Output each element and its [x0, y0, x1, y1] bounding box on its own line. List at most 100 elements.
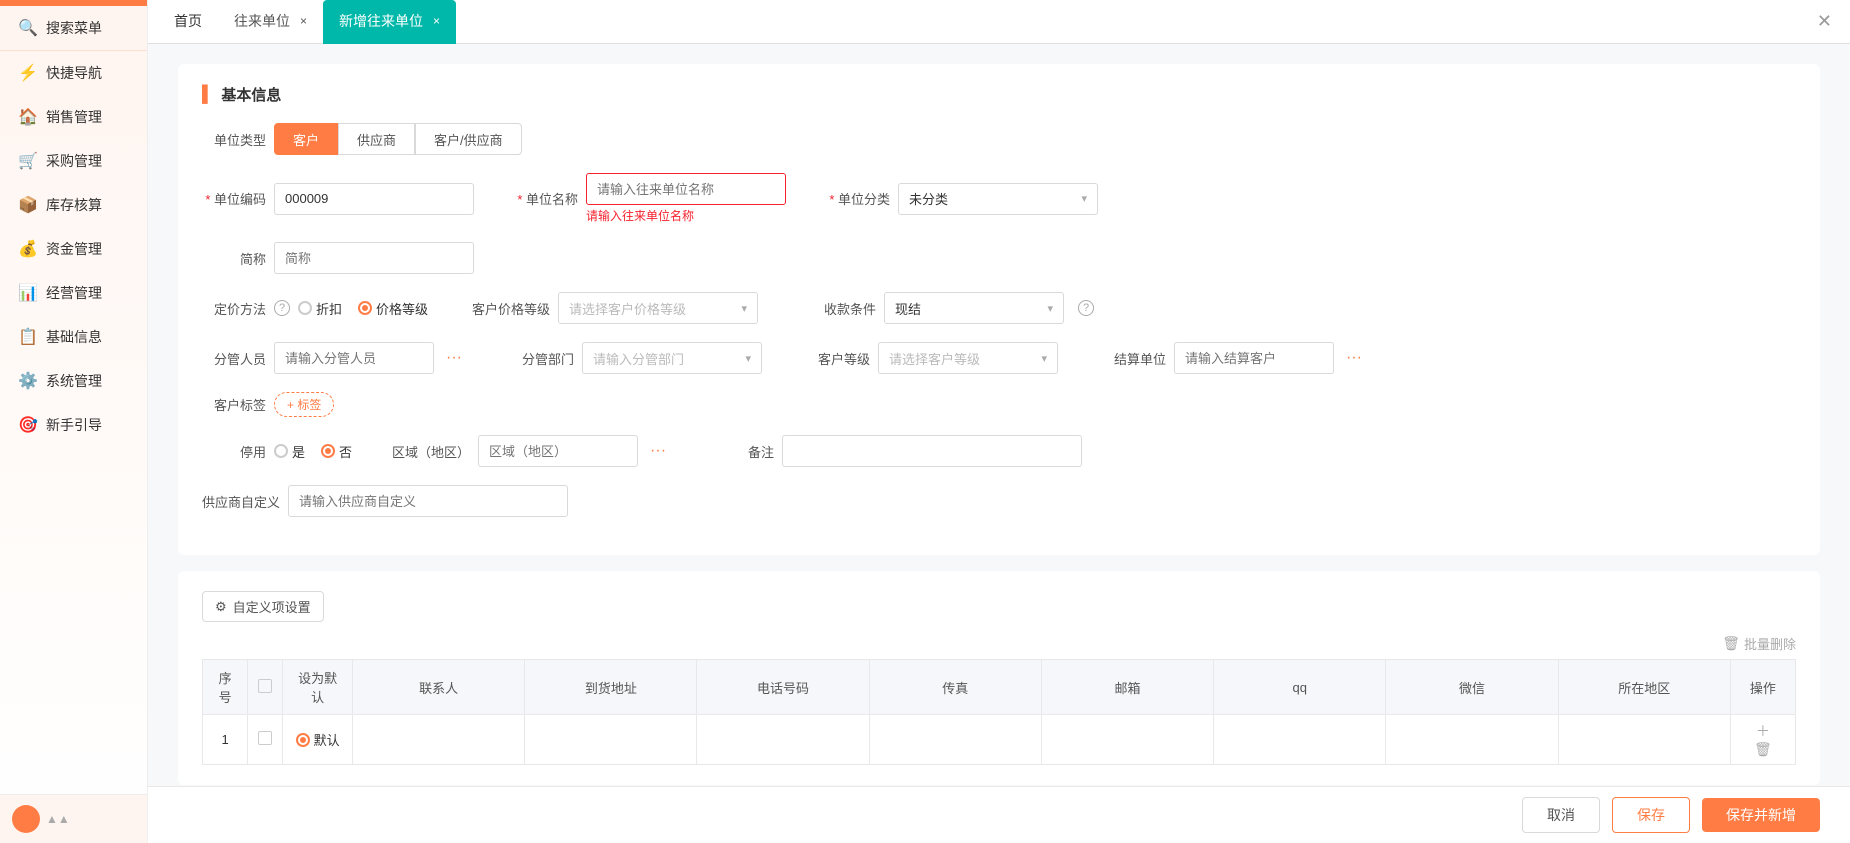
tab-add-partner[interactable]: 新增往来单位 × — [323, 0, 456, 44]
sidebar-item-sys-mgmt[interactable]: ⚙️ 系统管理 — [0, 359, 147, 403]
inventory-icon: 📦 — [18, 195, 38, 215]
settlement-input[interactable] — [1174, 342, 1334, 374]
table-row: 1 默认 — [203, 715, 1796, 765]
table-header-row: 序号 设为默认 联系人 到货地址 电话号码 传真 邮箱 qq 微信 所在地区 操… — [203, 660, 1796, 715]
type-btn-customer[interactable]: 客户 — [274, 123, 338, 155]
sidebar-item-purchase[interactable]: 🛒 采购管理 — [0, 139, 147, 183]
unit-code-input[interactable] — [274, 183, 474, 215]
manager-group: 分管人员 ··· — [202, 342, 466, 374]
customer-price-level-group: 客户价格等级 请选择客户价格等级 ▾ — [472, 292, 758, 324]
row-seq: 1 — [203, 715, 248, 765]
remarks-input[interactable] — [782, 435, 1082, 467]
manager-more-btn[interactable]: ··· — [442, 349, 466, 367]
row-phone-input[interactable] — [705, 732, 860, 747]
custom-settings-button[interactable]: ⚙ 自定义项设置 — [202, 591, 324, 622]
col-fax: 传真 — [869, 660, 1041, 715]
disabled-no-label: 否 — [339, 442, 352, 461]
batch-delete-icon: 🗑 — [1722, 635, 1740, 652]
sidebar-item-operation[interactable]: 📊 经营管理 — [0, 271, 147, 315]
region-more-btn[interactable]: ··· — [646, 442, 670, 460]
unit-name-group: 单位名称 请输入往来单位名称 — [514, 173, 786, 224]
tab-partner[interactable]: 往来单位 × — [218, 0, 323, 44]
sidebar-footer: ▲▲ — [0, 794, 147, 843]
col-seq: 序号 — [203, 660, 248, 715]
tag-group: 客户标签 + 标签 — [202, 392, 334, 417]
type-btn-supplier[interactable]: 供应商 — [338, 123, 415, 155]
unit-name-label: 单位名称 — [514, 189, 578, 208]
section-title: ▌ 基本信息 — [202, 84, 1796, 105]
tab-add-partner-label: 新增往来单位 — [339, 11, 423, 31]
sidebar-item-inventory[interactable]: 📦 库存核算 — [0, 183, 147, 227]
manager-label: 分管人员 — [202, 349, 266, 368]
disabled-radio-group: 是 否 — [274, 442, 352, 461]
row-wechat-input[interactable] — [1394, 732, 1549, 747]
row-add-btn[interactable]: ＋ — [1752, 723, 1774, 739]
disabled-yes[interactable]: 是 — [274, 442, 305, 461]
unit-category-select[interactable]: 未分类 ▾ — [898, 183, 1098, 215]
manager-input[interactable] — [274, 342, 434, 374]
supplier-custom-group: 供应商自定义 — [202, 485, 568, 517]
unit-name-input[interactable] — [586, 173, 786, 205]
row-address-input[interactable] — [533, 732, 688, 747]
pricing-discount-label: 折扣 — [316, 299, 342, 318]
tab-add-partner-close[interactable]: × — [433, 14, 440, 28]
close-all-tabs[interactable]: ✕ — [1809, 11, 1840, 32]
disabled-row: 停用 是 否 区域（地区） ··· — [202, 435, 1796, 467]
disabled-label: 停用 — [202, 442, 266, 461]
row-qq-input[interactable] — [1222, 732, 1377, 747]
type-btn-both[interactable]: 客户/供应商 — [415, 123, 522, 155]
row-fax — [869, 715, 1041, 765]
customer-level-select[interactable]: 请选择客户等级 ▾ — [878, 342, 1058, 374]
customer-level-chevron: ▾ — [1041, 352, 1047, 365]
remarks-group: 备注 — [710, 435, 1082, 467]
row-checkbox[interactable] — [258, 731, 272, 745]
row-check — [248, 715, 283, 765]
add-tag-btn[interactable]: + 标签 — [274, 392, 334, 417]
sidebar-sys-mgmt-label: 系统管理 — [46, 371, 102, 391]
row-delete-btn[interactable]: 🗑 — [1750, 741, 1776, 757]
customer-price-level-select[interactable]: 请选择客户价格等级 ▾ — [558, 292, 758, 324]
bottom-bar: 取消 保存 保存并新增 — [148, 786, 1850, 843]
supplier-custom-input[interactable] — [288, 485, 568, 517]
pricing-label: 定价方法 — [202, 299, 266, 318]
payment-terms-select[interactable]: 现结 ▾ — [884, 292, 1064, 324]
row-email-input[interactable] — [1050, 732, 1205, 747]
search-icon: 🔍 — [18, 18, 38, 38]
sidebar-item-quick-nav[interactable]: ⚡ 快捷导航 — [0, 51, 147, 95]
pricing-radio-discount[interactable]: 折扣 — [298, 299, 342, 318]
pricing-radio-level[interactable]: 价格等级 — [358, 299, 428, 318]
cancel-button[interactable]: 取消 — [1522, 797, 1600, 833]
row-contact-input[interactable] — [361, 732, 516, 747]
save-new-button[interactable]: 保存并新增 — [1702, 798, 1820, 832]
payment-terms-help-icon[interactable]: ? — [1078, 300, 1094, 316]
customer-price-level-placeholder: 请选择客户价格等级 — [569, 299, 686, 318]
dept-select[interactable]: 请输入分管部门 ▾ — [582, 342, 762, 374]
region-input[interactable] — [478, 435, 638, 467]
tag-label: 客户标签 — [202, 395, 266, 414]
sidebar-item-new-guide[interactable]: 🎯 新手引导 — [0, 403, 147, 447]
short-name-row: 简称 — [202, 242, 1796, 274]
settlement-more-btn[interactable]: ··· — [1342, 349, 1366, 367]
tab-partner-close[interactable]: × — [300, 14, 307, 28]
sidebar-item-finance[interactable]: 💰 资金管理 — [0, 227, 147, 271]
contacts-table: 序号 设为默认 联系人 到货地址 电话号码 传真 邮箱 qq 微信 所在地区 操… — [202, 659, 1796, 765]
sidebar-item-basic-info[interactable]: 📋 基础信息 — [0, 315, 147, 359]
custom-settings-icon: ⚙ — [215, 599, 227, 615]
settlement-group: 结算单位 ··· — [1102, 342, 1366, 374]
manager-row: 分管人员 ··· 分管部门 请输入分管部门 ▾ 客户等级 请选择客户等级 ▾ — [202, 342, 1796, 374]
save-button[interactable]: 保存 — [1612, 797, 1690, 833]
row-fax-input[interactable] — [878, 732, 1033, 747]
tab-home[interactable]: 首页 — [158, 0, 218, 44]
sidebar-item-search[interactable]: 🔍 搜索菜单 — [0, 6, 147, 51]
row-default-label: 默认 — [314, 730, 340, 749]
disabled-no[interactable]: 否 — [321, 442, 352, 461]
short-name-input[interactable] — [274, 242, 474, 274]
row-default-radio[interactable]: 默认 — [291, 730, 344, 749]
pricing-help-icon[interactable]: ? — [274, 300, 290, 316]
table-header: 序号 设为默认 联系人 到货地址 电话号码 传真 邮箱 qq 微信 所在地区 操… — [203, 660, 1796, 715]
sidebar-item-sales[interactable]: 🏠 销售管理 — [0, 95, 147, 139]
row-region-input[interactable] — [1567, 732, 1722, 747]
table-body: 1 默认 — [203, 715, 1796, 765]
customer-price-level-chevron: ▾ — [742, 302, 748, 315]
header-checkbox[interactable] — [258, 679, 272, 693]
